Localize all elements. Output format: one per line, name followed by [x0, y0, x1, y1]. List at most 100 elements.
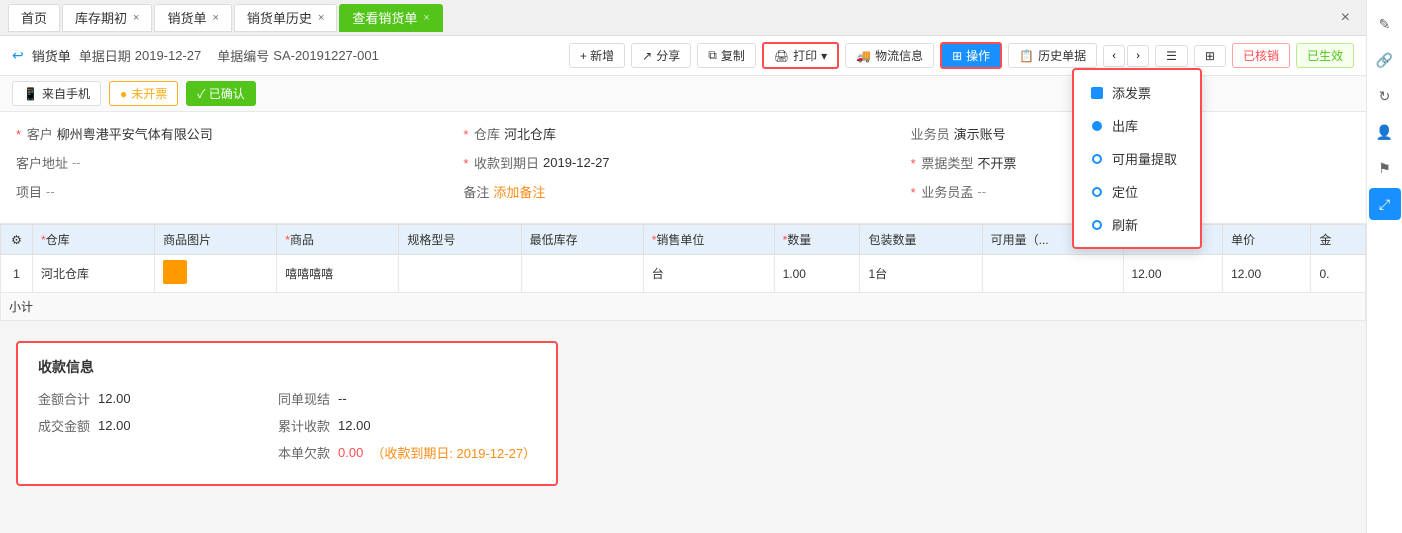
nav-arrows: ‹ ›: [1103, 45, 1149, 67]
customer-field: * 客户 柳州粤港平安气体有限公司: [16, 124, 455, 143]
total-amount-label: 金额合计: [38, 389, 90, 408]
operation-dropdown: 添发票 出库 可用量提取 定位 刷新: [1072, 68, 1202, 249]
sidebar-expand-icon[interactable]: ⤢: [1369, 188, 1401, 220]
new-button[interactable]: + 新增: [569, 43, 625, 68]
add-invoice-icon: [1090, 86, 1104, 100]
project-value: --: [46, 184, 55, 199]
copy-button[interactable]: ⧉ 复制: [697, 43, 756, 68]
product-image: [163, 260, 187, 284]
dropdown-refresh[interactable]: 刷新: [1074, 208, 1200, 241]
warehouse-field: * 仓库 河北仓库: [463, 124, 902, 143]
invoice-type-value: 不开票: [977, 153, 1016, 172]
th-pack-qty: 包装数量: [860, 225, 982, 255]
customer-label: 客户: [27, 127, 53, 142]
same-order-settle-value: --: [338, 391, 347, 406]
th-quantity: *数量: [774, 225, 860, 255]
payment-date-value: 2019-12-27: [543, 155, 610, 170]
current-arrears-field: 本单欠款 0.00 （收款到期日: 2019-12-27）: [278, 443, 536, 462]
invoice-type-label: 票据类型: [921, 156, 973, 171]
tab-home[interactable]: 首页: [8, 4, 60, 32]
doc-number-field: 单据编号 SA-20191227-001: [217, 46, 379, 65]
effective-status: 已生效: [1296, 43, 1354, 68]
dropdown-out-warehouse[interactable]: 出库: [1074, 109, 1200, 142]
same-order-settle-field: 同单现结 --: [278, 389, 478, 408]
sidebar-link-icon[interactable]: 🔗: [1369, 44, 1401, 76]
arrears-date-suffix: （收款到期日: 2019-12-27）: [371, 443, 536, 462]
check-icon: ✓: [197, 87, 205, 101]
prev-record-button[interactable]: ‹: [1103, 45, 1125, 67]
out-warehouse-icon: [1090, 119, 1104, 133]
payment-row-1: 金额合计 12.00 同单现结 --: [38, 389, 536, 408]
sidebar-flag-icon[interactable]: ⚑: [1369, 152, 1401, 184]
not-open-button[interactable]: ● 未开票: [109, 81, 178, 106]
sales-staff-star: *: [911, 185, 916, 200]
row-min-stock: [521, 255, 643, 293]
history-button[interactable]: 📋 历史单据: [1008, 43, 1097, 68]
th-unit-price: 单价: [1223, 225, 1311, 255]
row-current-qty: 12.00: [1123, 255, 1223, 293]
current-arrears-label: 本单欠款: [278, 443, 330, 462]
tab-sales-order-close[interactable]: ×: [212, 12, 218, 24]
tab-sales-history-close[interactable]: ×: [318, 12, 324, 24]
remark-label: 备注: [463, 182, 489, 201]
address-label: 客户地址: [16, 153, 68, 172]
row-product: 嘻嘻嘻嘻: [277, 255, 399, 293]
payment-box: 收款信息 金额合计 12.00 同单现结 -- 成交金额 12.00 累计收款: [16, 341, 558, 486]
logistics-button[interactable]: 🚚 物流信息: [845, 43, 934, 68]
operation-button[interactable]: ⊞ 操作: [940, 42, 1002, 69]
total-amount-field: 金额合计 12.00: [38, 389, 238, 408]
tab-view-sales[interactable]: 查看销货单 ×: [339, 4, 442, 32]
dropdown-avail-qty[interactable]: 可用量提取: [1074, 142, 1200, 175]
current-arrears-value: 0.00: [338, 445, 363, 460]
row-pack-qty: 1台: [860, 255, 982, 293]
tab-inventory-init[interactable]: 库存期初 ×: [62, 4, 152, 32]
locate-icon: [1090, 185, 1104, 199]
window-close-button[interactable]: ×: [1333, 9, 1358, 27]
address-value: --: [72, 155, 81, 170]
tab-bar: 首页 库存期初 × 销货单 × 销货单历史 × 查看销货单 × ×: [0, 0, 1366, 36]
tab-view-sales-label: 查看销货单: [352, 8, 417, 27]
sidebar-user-icon[interactable]: 👤: [1369, 116, 1401, 148]
grid-view-button[interactable]: ⊞: [1194, 45, 1226, 67]
list-view-button[interactable]: ☰: [1155, 45, 1188, 67]
add-remark-button[interactable]: 添加备注: [493, 182, 545, 201]
project-field: 项目 --: [16, 182, 455, 201]
tab-sales-history[interactable]: 销货单历史 ×: [234, 4, 337, 32]
row-unit-price: 12.00: [1223, 255, 1311, 293]
print-dropdown-arrow: ▾: [821, 49, 827, 63]
tab-sales-history-label: 销货单历史: [247, 8, 312, 27]
customer-required-star: *: [16, 127, 21, 142]
dropdown-add-invoice[interactable]: 添发票: [1074, 76, 1200, 109]
payment-row-3: 本单欠款 0.00 （收款到期日: 2019-12-27）: [38, 443, 536, 462]
doc-date-value: 2019-12-27: [135, 48, 202, 63]
payment-date-field: * 收款到期日 2019-12-27: [463, 153, 902, 172]
row-spec: [399, 255, 521, 293]
th-amount: 金: [1311, 225, 1366, 255]
from-phone-button[interactable]: 📱 来自手机: [12, 81, 101, 106]
dropdown-locate[interactable]: 定位: [1074, 175, 1200, 208]
payment-section: 收款信息 金额合计 12.00 同单现结 -- 成交金额 12.00 累计收款: [0, 321, 1366, 506]
tab-inventory-close[interactable]: ×: [133, 12, 139, 24]
sales-staff-label: 业务员孟: [921, 185, 973, 200]
tab-view-sales-close[interactable]: ×: [423, 12, 429, 24]
sidebar-edit-icon[interactable]: ✎: [1369, 8, 1401, 40]
print-icon: 🖨: [774, 49, 789, 63]
row-amount: 0.: [1311, 255, 1366, 293]
sidebar-refresh-icon[interactable]: ↻: [1369, 80, 1401, 112]
payment-date-required-star: *: [463, 156, 468, 171]
print-button[interactable]: 🖨 打印 ▾: [762, 42, 839, 69]
deal-amount-label: 成交金额: [38, 416, 90, 435]
doc-meta: 单据日期 2019-12-27 单据编号 SA-20191227-001: [79, 46, 379, 65]
row-index: 1: [1, 255, 33, 293]
history-icon: 📋: [1019, 49, 1034, 63]
doc-date-label: 单据日期: [79, 46, 131, 65]
table-row: 1 河北仓库 嘻嘻嘻嘻 台 1.00 1台 12.00 12.00 0.: [1, 255, 1366, 293]
confirmed-button[interactable]: ✓ 已确认: [186, 81, 256, 106]
next-record-button[interactable]: ›: [1127, 45, 1149, 67]
tab-sales-order[interactable]: 销货单 ×: [154, 4, 231, 32]
doc-icon: ↩: [12, 47, 24, 64]
share-button[interactable]: ↗ 分享: [631, 43, 691, 68]
tab-home-label: 首页: [21, 8, 47, 27]
doc-date-field: 单据日期 2019-12-27: [79, 46, 202, 65]
sales-staff-value: --: [977, 184, 986, 199]
